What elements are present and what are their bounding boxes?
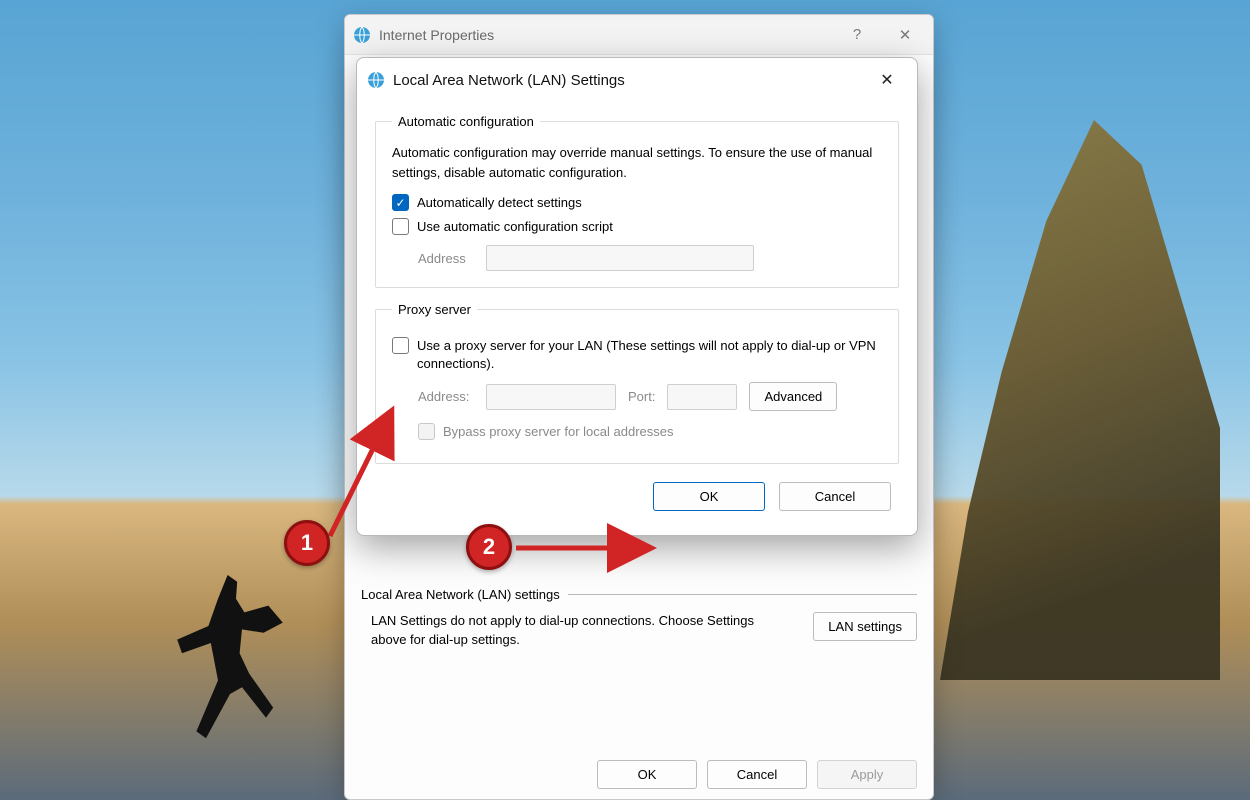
globe-icon xyxy=(353,26,371,44)
auto-address-label: Address xyxy=(418,251,474,266)
auto-script-checkbox[interactable] xyxy=(392,218,409,235)
auto-script-label: Use automatic configuration script xyxy=(417,218,613,236)
child-ok-button[interactable]: OK xyxy=(653,482,765,511)
annotation-arrow-1 xyxy=(322,398,432,551)
proxy-server-legend: Proxy server xyxy=(392,302,477,317)
auto-detect-checkbox[interactable]: ✓ xyxy=(392,194,409,211)
use-proxy-checkbox[interactable] xyxy=(392,337,409,354)
lan-section-label: Local Area Network (LAN) settings xyxy=(361,587,560,602)
lan-section: Local Area Network (LAN) settings LAN Se… xyxy=(361,587,917,650)
parent-ok-button[interactable]: OK xyxy=(597,760,697,789)
automatic-config-group: Automatic configuration Automatic config… xyxy=(375,114,899,288)
parent-apply-button[interactable]: Apply xyxy=(817,760,917,789)
lan-description: LAN Settings do not apply to dial-up con… xyxy=(361,612,791,650)
proxy-port-label: Port: xyxy=(628,389,655,404)
background-runner xyxy=(170,575,290,745)
lan-section-header: Local Area Network (LAN) settings xyxy=(361,587,917,602)
auto-detect-label: Automatically detect settings xyxy=(417,194,582,212)
annotation-badge-2: 2 xyxy=(466,524,512,570)
proxy-address-input[interactable] xyxy=(486,384,616,410)
close-icon[interactable]: ✕ xyxy=(885,19,925,51)
annotation-arrow-2 xyxy=(512,540,672,563)
divider xyxy=(568,594,917,595)
proxy-port-input[interactable] xyxy=(667,384,737,410)
proxy-server-group: Proxy server Use a proxy server for your… xyxy=(375,302,899,464)
background-rock xyxy=(940,120,1220,680)
parent-title: Internet Properties xyxy=(379,27,829,43)
advanced-button[interactable]: Advanced xyxy=(749,382,837,411)
child-title: Local Area Network (LAN) Settings xyxy=(393,72,859,89)
annotation-badge-1: 1 xyxy=(284,520,330,566)
automatic-config-legend: Automatic configuration xyxy=(392,114,540,129)
use-proxy-label: Use a proxy server for your LAN (These s… xyxy=(417,337,882,372)
close-icon[interactable]: ✕ xyxy=(867,64,907,96)
auto-address-input[interactable] xyxy=(486,245,754,271)
bypass-local-label: Bypass proxy server for local addresses xyxy=(443,423,673,441)
help-button[interactable]: ? xyxy=(837,19,877,51)
child-cancel-button[interactable]: Cancel xyxy=(779,482,891,511)
child-titlebar[interactable]: Local Area Network (LAN) Settings ✕ xyxy=(357,58,917,102)
automatic-config-help: Automatic configuration may override man… xyxy=(392,143,882,182)
parent-footer: OK Cancel Apply xyxy=(597,760,917,789)
globe-icon xyxy=(367,71,385,89)
parent-titlebar[interactable]: Internet Properties ? ✕ xyxy=(345,15,933,55)
parent-cancel-button[interactable]: Cancel xyxy=(707,760,807,789)
lan-settings-button[interactable]: LAN settings xyxy=(813,612,917,641)
lan-settings-dialog: Local Area Network (LAN) Settings ✕ Auto… xyxy=(356,57,918,536)
